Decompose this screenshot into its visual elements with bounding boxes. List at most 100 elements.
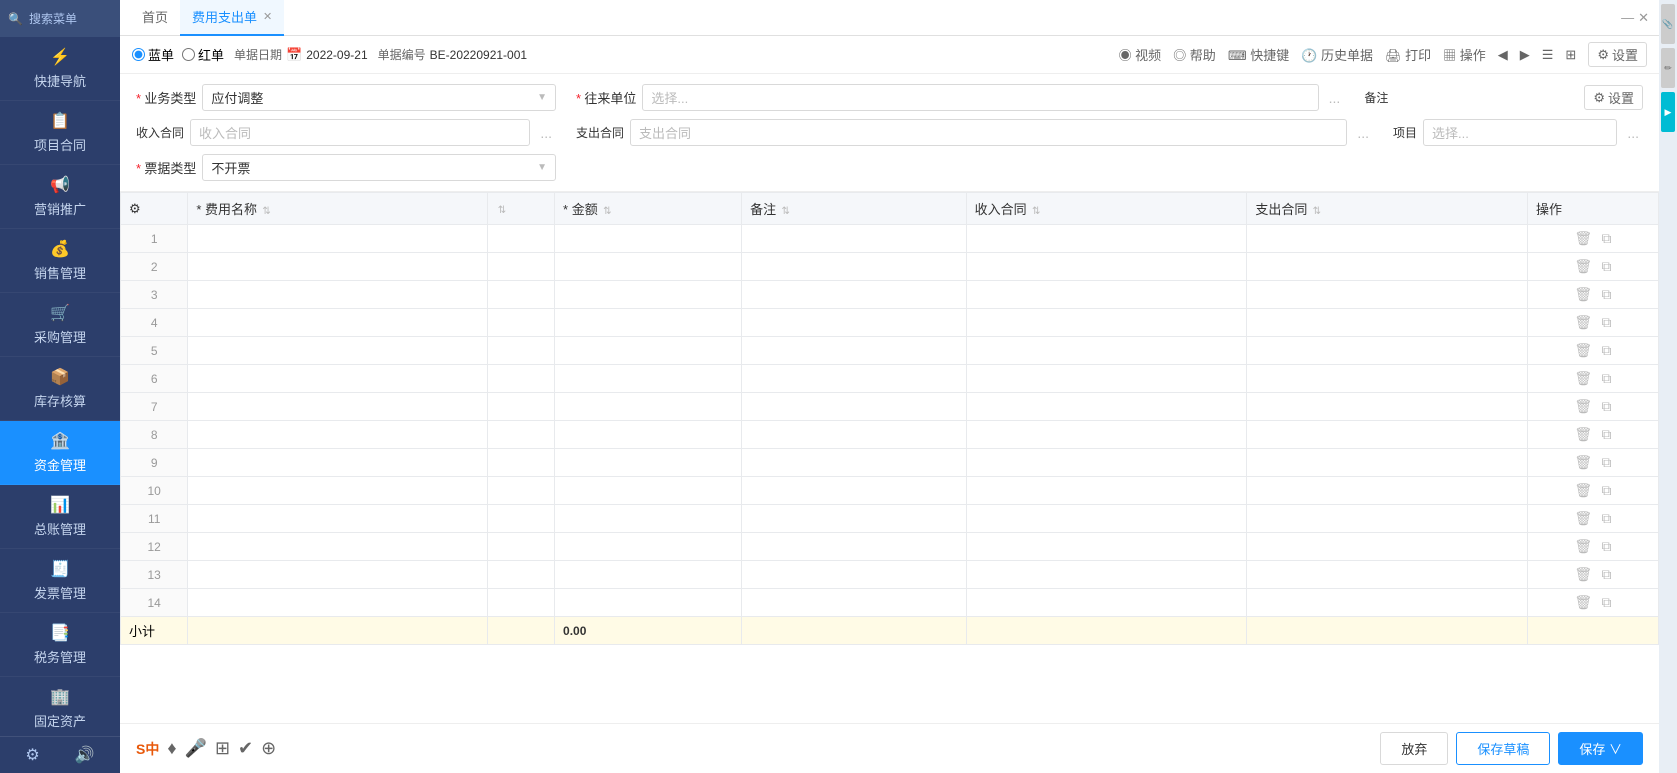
cell-sort-13[interactable] bbox=[487, 561, 554, 589]
remark-input[interactable] bbox=[1394, 91, 1564, 105]
sidebar-item-fixed-assets[interactable]: 🏢固定资产 bbox=[0, 677, 120, 736]
cell-income-2[interactable] bbox=[966, 253, 1247, 281]
cell-name-11[interactable] bbox=[188, 505, 487, 533]
cell-sort-3[interactable] bbox=[487, 281, 554, 309]
counterpart-more[interactable]: ... bbox=[1325, 90, 1345, 106]
history-btn[interactable]: 🕐 历史单据 bbox=[1301, 45, 1373, 64]
save-draft-button[interactable]: 保存草稿 bbox=[1456, 732, 1550, 765]
cell-income-11[interactable] bbox=[966, 505, 1247, 533]
copy-icon-13[interactable]: ⧉ bbox=[1602, 566, 1612, 582]
delete-icon-4[interactable]: 🗑 bbox=[1574, 314, 1592, 330]
cell-sort-14[interactable] bbox=[487, 589, 554, 617]
sort-icon-6[interactable]: ⇅ bbox=[1313, 206, 1321, 217]
col-gear-header[interactable]: ⚙ bbox=[121, 193, 188, 225]
cell-amount-12[interactable] bbox=[555, 533, 742, 561]
view-list-btn[interactable]: ☰ bbox=[1542, 47, 1554, 63]
cell-name-13[interactable] bbox=[188, 561, 487, 589]
cell-amount-2[interactable] bbox=[555, 253, 742, 281]
income-contract-input[interactable]: 收入合同 bbox=[190, 119, 530, 146]
cell-sort-8[interactable] bbox=[487, 421, 554, 449]
copy-icon-2[interactable]: ⧉ bbox=[1602, 258, 1612, 274]
sidebar-item-quick-nav[interactable]: ⚡快捷导航 bbox=[0, 37, 120, 101]
delete-icon-9[interactable]: 🗑 bbox=[1574, 454, 1592, 470]
cell-name-12[interactable] bbox=[188, 533, 487, 561]
print-btn[interactable]: 🖨 打印 bbox=[1385, 45, 1431, 64]
sort-icon-4[interactable]: ⇅ bbox=[782, 206, 790, 217]
cell-remark-11[interactable] bbox=[742, 505, 967, 533]
copy-icon-3[interactable]: ⧉ bbox=[1602, 286, 1612, 302]
mic-icon[interactable]: 🎤 bbox=[185, 738, 207, 759]
cell-amount-3[interactable] bbox=[555, 281, 742, 309]
shortcut-btn[interactable]: ⌨ 快捷键 bbox=[1228, 45, 1289, 64]
cell-income-7[interactable] bbox=[966, 393, 1247, 421]
project-more[interactable]: ... bbox=[1623, 125, 1643, 141]
cell-expense-7[interactable] bbox=[1247, 393, 1528, 421]
right-panel-edit[interactable]: ✏ bbox=[1661, 48, 1675, 88]
sidebar-item-inventory[interactable]: 📦库存核算 bbox=[0, 357, 120, 421]
cell-expense-11[interactable] bbox=[1247, 505, 1528, 533]
cell-expense-9[interactable] bbox=[1247, 449, 1528, 477]
cell-remark-7[interactable] bbox=[742, 393, 967, 421]
red-single-radio[interactable]: 红单 bbox=[182, 45, 224, 64]
grid-icon[interactable]: ⊞ bbox=[215, 738, 230, 759]
cell-name-5[interactable] bbox=[188, 337, 487, 365]
delete-icon-10[interactable]: 🗑 bbox=[1574, 482, 1592, 498]
cell-remark-8[interactable] bbox=[742, 421, 967, 449]
cell-income-4[interactable] bbox=[966, 309, 1247, 337]
cell-income-14[interactable] bbox=[966, 589, 1247, 617]
right-panel-attach[interactable]: 📎 bbox=[1661, 4, 1675, 44]
cell-expense-8[interactable] bbox=[1247, 421, 1528, 449]
view-grid-btn[interactable]: ⊞ bbox=[1565, 47, 1576, 63]
cell-remark-2[interactable] bbox=[742, 253, 967, 281]
cell-name-10[interactable] bbox=[188, 477, 487, 505]
cell-expense-10[interactable] bbox=[1247, 477, 1528, 505]
cell-expense-2[interactable] bbox=[1247, 253, 1528, 281]
delete-icon-11[interactable]: 🗑 bbox=[1574, 510, 1592, 526]
minimize-icon[interactable]: — bbox=[1621, 10, 1634, 25]
cell-income-6[interactable] bbox=[966, 365, 1247, 393]
copy-icon-6[interactable]: ⧉ bbox=[1602, 370, 1612, 386]
cell-amount-7[interactable] bbox=[555, 393, 742, 421]
cell-sort-12[interactable] bbox=[487, 533, 554, 561]
cell-amount-8[interactable] bbox=[555, 421, 742, 449]
sidebar-item-tax[interactable]: 📑税务管理 bbox=[0, 613, 120, 677]
cell-sort-10[interactable] bbox=[487, 477, 554, 505]
shuang-icon[interactable]: S中 bbox=[136, 739, 159, 759]
copy-icon-11[interactable]: ⧉ bbox=[1602, 510, 1612, 526]
cell-amount-14[interactable] bbox=[555, 589, 742, 617]
business-type-input[interactable]: 应付调整 ▼ bbox=[202, 84, 556, 111]
cell-amount-6[interactable] bbox=[555, 365, 742, 393]
cell-income-13[interactable] bbox=[966, 561, 1247, 589]
cell-remark-1[interactable] bbox=[742, 225, 967, 253]
sidebar-item-invoice[interactable]: 🧾发票管理 bbox=[0, 549, 120, 613]
cell-sort-6[interactable] bbox=[487, 365, 554, 393]
copy-icon-4[interactable]: ⧉ bbox=[1602, 314, 1612, 330]
window-controls[interactable]: — ✕ bbox=[1621, 10, 1649, 26]
cell-remark-12[interactable] bbox=[742, 533, 967, 561]
cell-sort-5[interactable] bbox=[487, 337, 554, 365]
delete-icon-6[interactable]: 🗑 bbox=[1574, 370, 1592, 386]
cell-expense-14[interactable] bbox=[1247, 589, 1528, 617]
copy-icon-9[interactable]: ⧉ bbox=[1602, 454, 1612, 470]
cell-expense-1[interactable] bbox=[1247, 225, 1528, 253]
plus-icon[interactable]: ⊕ bbox=[261, 738, 276, 759]
blue-single-radio[interactable]: 蓝单 bbox=[132, 45, 174, 64]
cell-expense-13[interactable] bbox=[1247, 561, 1528, 589]
sort-icon[interactable]: ⇅ bbox=[262, 206, 270, 217]
sidebar-item-sales[interactable]: 💰销售管理 bbox=[0, 229, 120, 293]
settings-icon[interactable]: ⚙ bbox=[25, 745, 39, 765]
project-input[interactable]: 选择... bbox=[1423, 119, 1617, 146]
cell-name-14[interactable] bbox=[188, 589, 487, 617]
delete-icon-2[interactable]: 🗑 bbox=[1574, 258, 1592, 274]
delete-icon-14[interactable]: 🗑 bbox=[1574, 594, 1592, 610]
nav-next-btn[interactable]: ▶ bbox=[1520, 47, 1530, 63]
cell-expense-5[interactable] bbox=[1247, 337, 1528, 365]
copy-icon-12[interactable]: ⧉ bbox=[1602, 538, 1612, 554]
cell-name-4[interactable] bbox=[188, 309, 487, 337]
invoice-type-input[interactable]: 不开票 ▼ bbox=[202, 154, 556, 181]
copy-icon-1[interactable]: ⧉ bbox=[1602, 230, 1612, 246]
copy-icon-14[interactable]: ⧉ bbox=[1602, 594, 1612, 610]
copy-icon-5[interactable]: ⧉ bbox=[1602, 342, 1612, 358]
cell-remark-4[interactable] bbox=[742, 309, 967, 337]
sidebar-item-capital[interactable]: 🏦资金管理 bbox=[0, 421, 120, 485]
